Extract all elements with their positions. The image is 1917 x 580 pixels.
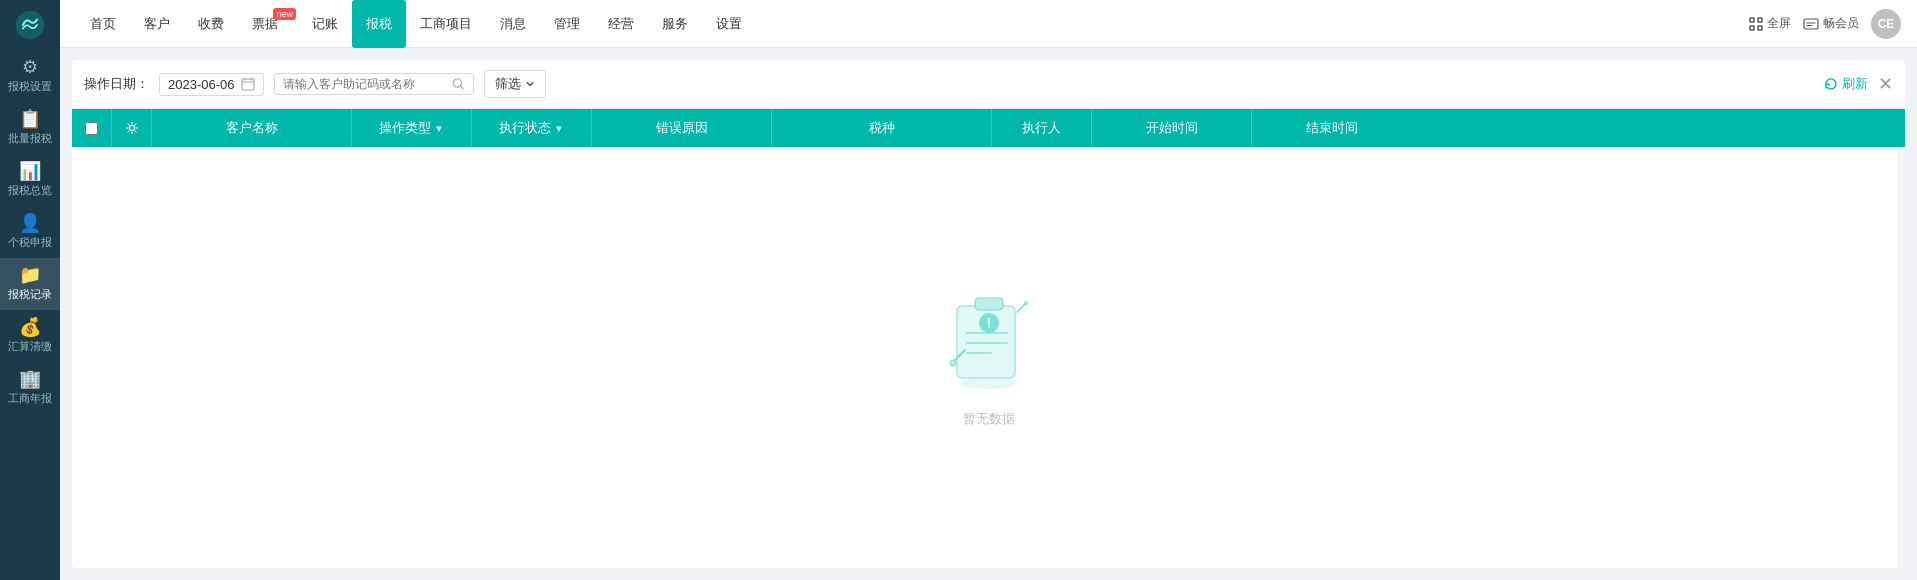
sidebar-item-baoshui-jilu[interactable]: 📁 报税记录 — [0, 258, 60, 310]
toolbar: 操作日期： 2023-06-06 筛选 刷新 — [72, 60, 1905, 109]
overview-icon: 📊 — [19, 162, 41, 180]
svg-text:!: ! — [986, 315, 991, 331]
search-input[interactable] — [283, 77, 448, 91]
search-box[interactable] — [274, 73, 474, 95]
nav-guanli[interactable]: 管理 — [540, 0, 594, 48]
nav-items: 首页 客户 收费 票据 new 记账 报税 工商项目 消息 — [76, 0, 1749, 48]
date-label: 操作日期： — [84, 75, 149, 93]
th-executor: 执行人 — [992, 109, 1092, 147]
sort-icon: ▼ — [554, 123, 564, 134]
fullscreen-button[interactable]: 全屏 — [1749, 15, 1791, 32]
settings-icon: ⚙ — [22, 58, 38, 76]
svg-rect-1 — [1750, 18, 1754, 22]
avatar[interactable]: CE — [1871, 9, 1901, 39]
close-button[interactable]: ✕ — [1878, 75, 1893, 93]
person-icon: 👤 — [19, 214, 41, 232]
refresh-button[interactable]: 刷新 — [1824, 75, 1868, 93]
batch-icon: 📋 — [19, 110, 41, 128]
topnav: 首页 客户 收费 票据 new 记账 报税 工商项目 消息 — [60, 0, 1917, 48]
svg-rect-2 — [1758, 18, 1762, 22]
topnav-right: 全屏 畅会员 CE — [1749, 9, 1901, 39]
gear-icon — [125, 121, 139, 135]
company-icon: 🏢 — [19, 370, 41, 388]
th-error-reason: 错误原因 — [592, 109, 772, 147]
svg-point-20 — [961, 377, 1017, 389]
svg-point-19 — [1024, 301, 1028, 305]
nav-jingying[interactable]: 经营 — [594, 0, 648, 48]
nav-xiaoxi[interactable]: 消息 — [486, 0, 540, 48]
filter-button[interactable]: 筛选 — [484, 70, 546, 98]
sidebar: ⚙ 报税设置 📋 批量报税 📊 报税总览 👤 个税申报 📁 报税记录 💰 汇算清… — [0, 0, 60, 580]
scrollbar[interactable] — [1897, 147, 1905, 568]
chevron-down-icon — [525, 79, 535, 89]
th-customer-name: 客户名称 — [152, 109, 352, 147]
svg-rect-5 — [1804, 19, 1818, 29]
th-end-time: 结束时间 — [1252, 109, 1412, 147]
sidebar-item-baoshui-zonlan[interactable]: 📊 报税总览 — [0, 154, 60, 206]
sidebar-logo[interactable] — [0, 0, 60, 50]
sidebar-item-label: 批量报税 — [8, 131, 52, 146]
svg-rect-4 — [1758, 26, 1762, 30]
refresh-icon — [1824, 77, 1838, 91]
toolbar-right: 刷新 ✕ — [1824, 75, 1893, 93]
content-panel: 操作日期： 2023-06-06 筛选 刷新 — [72, 60, 1905, 568]
empty-text: 暂无数据 — [963, 410, 1015, 428]
content: 操作日期： 2023-06-06 筛选 刷新 — [60, 48, 1917, 580]
date-value: 2023-06-06 — [168, 77, 235, 92]
th-settings[interactable] — [112, 109, 152, 147]
nav-baoshui[interactable]: 报税 — [352, 0, 406, 48]
svg-rect-6 — [242, 79, 254, 90]
select-all-checkbox[interactable] — [85, 122, 98, 135]
table-header: 客户名称 操作类型 ▼ 执行状态 ▼ 错误原因 税种 — [72, 109, 1905, 147]
sidebar-item-label: 报税设置 — [8, 79, 52, 94]
calendar-icon — [241, 77, 255, 91]
nav-fuwu[interactable]: 服务 — [648, 0, 702, 48]
new-badge: new — [273, 8, 296, 21]
sidebar-item-gongshang-nianbao[interactable]: 🏢 工商年报 — [0, 362, 60, 414]
th-checkbox[interactable] — [72, 109, 112, 147]
member-button[interactable]: 畅会员 — [1803, 15, 1859, 32]
payment-icon: 💰 — [19, 318, 41, 336]
date-input[interactable]: 2023-06-06 — [159, 73, 264, 96]
nav-jizhang[interactable]: 记账 — [298, 0, 352, 48]
svg-point-17 — [950, 360, 956, 366]
svg-point-8 — [129, 126, 134, 131]
nav-shezhi[interactable]: 设置 — [702, 0, 756, 48]
sidebar-item-label: 汇算清缴 — [8, 339, 52, 354]
th-start-time: 开始时间 — [1092, 109, 1252, 147]
empty-illustration: ! — [939, 288, 1039, 398]
nav-customer[interactable]: 客户 — [130, 0, 184, 48]
svg-rect-3 — [1750, 26, 1754, 30]
sidebar-item-label: 个税申报 — [8, 235, 52, 250]
svg-line-18 — [1017, 304, 1025, 312]
main-area: 首页 客户 收费 票据 new 记账 报税 工商项目 消息 — [60, 0, 1917, 580]
nav-home[interactable]: 首页 — [76, 0, 130, 48]
sidebar-item-label: 报税总览 — [8, 183, 52, 198]
sidebar-item-baoshui-shezhi[interactable]: ⚙ 报税设置 — [0, 50, 60, 102]
th-tax-type: 税种 — [772, 109, 992, 147]
sidebar-item-label: 报税记录 — [8, 287, 52, 302]
th-op-type[interactable]: 操作类型 ▼ — [352, 109, 472, 147]
sort-icon: ▼ — [434, 123, 444, 134]
svg-point-0 — [16, 11, 44, 39]
refresh-label: 刷新 — [1842, 75, 1868, 93]
empty-state: ! 暂无数据 — [72, 147, 1905, 568]
sidebar-item-piliang-baoshui[interactable]: 📋 批量报税 — [0, 102, 60, 154]
nav-gongshang[interactable]: 工商项目 — [406, 0, 486, 48]
svg-rect-10 — [975, 298, 1003, 310]
nav-shoufei[interactable]: 收费 — [184, 0, 238, 48]
sidebar-item-geshui-shenbao[interactable]: 👤 个税申报 — [0, 206, 60, 258]
table-wrapper: 客户名称 操作类型 ▼ 执行状态 ▼ 错误原因 税种 — [72, 109, 1905, 568]
search-icon — [452, 77, 465, 91]
sidebar-item-huisuan-jiaona[interactable]: 💰 汇算清缴 — [0, 310, 60, 362]
filter-label: 筛选 — [495, 75, 521, 93]
sidebar-item-label: 工商年报 — [8, 391, 52, 406]
th-exec-status[interactable]: 执行状态 ▼ — [472, 109, 592, 147]
nav-piao[interactable]: 票据 new — [238, 0, 298, 48]
record-icon: 📁 — [19, 266, 41, 284]
